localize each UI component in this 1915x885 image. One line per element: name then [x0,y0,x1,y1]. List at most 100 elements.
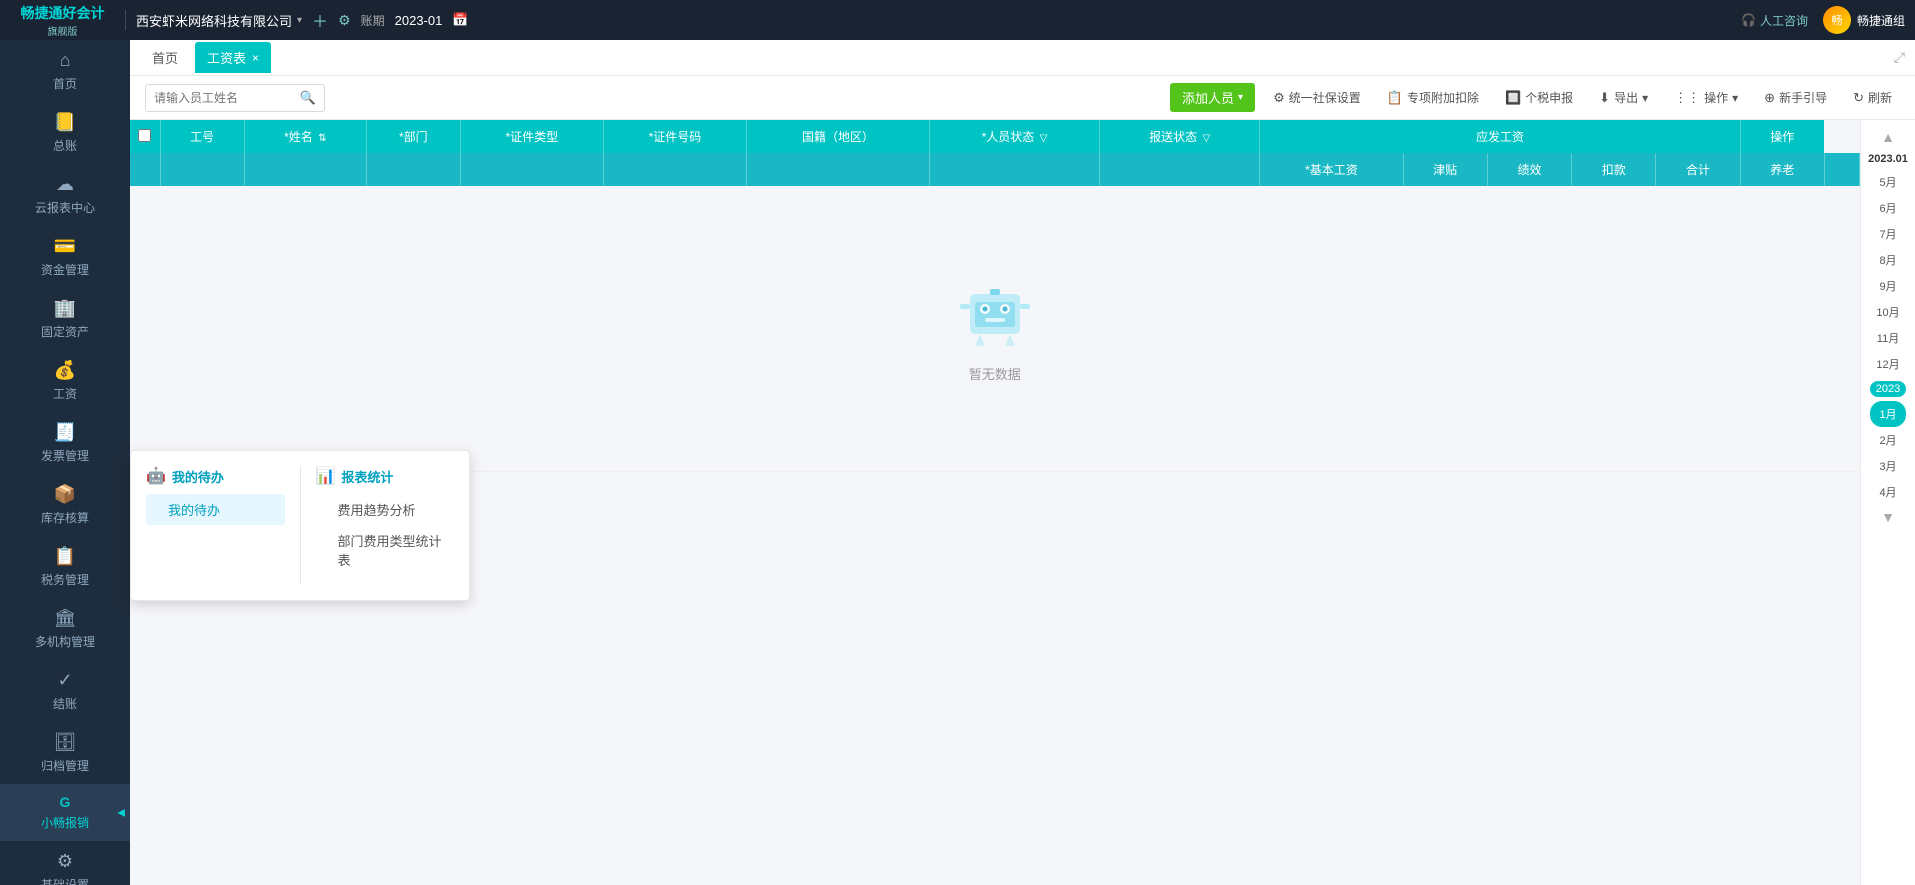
timeline-month-3[interactable]: 3月 [1861,453,1915,479]
inventory-icon: 📦 [54,484,76,505]
popup-item-todo[interactable]: 我的待办 [146,494,285,525]
tab-home[interactable]: 首页 [140,42,190,73]
timeline-month-5[interactable]: 5月 [1861,169,1915,195]
sidebar-item-fixed-asset[interactable]: 🏢 固定资产 [0,288,130,350]
company-selector[interactable]: 西安虾米网络科技有限公司 ▾ [136,11,302,30]
timeline-month-8[interactable]: 8月 [1861,247,1915,273]
archive-icon: 🗄 [54,732,77,753]
timeline-month-10[interactable]: 10月 [1861,299,1915,325]
logo-area: 畅捷通好会计 旗舰版 [10,3,115,38]
maximize-icon[interactable]: ⤢ [1894,49,1905,66]
social-insurance-icon: ⚙ [1273,90,1285,106]
name-sort-icon[interactable]: ⇅ [318,133,326,144]
cloud-icon: ☁ [56,174,74,195]
sidebar-item-ledger[interactable]: 📒 总账 [0,102,130,164]
report-icon: 📊 [316,466,336,486]
social-insurance-button[interactable]: ⚙ 统一社保设置 [1265,85,1369,110]
sidebar-item-cloud-report[interactable]: ☁ 云报表中心 [0,164,130,226]
id-type-header: *证件类型 [460,120,603,153]
add-person-button[interactable]: 添加人员 ▾ [1170,83,1255,112]
employee-id-header: 工号 [160,120,244,153]
name-header: *姓名 ⇅ [244,120,366,153]
special-deduction-button[interactable]: 📋 专项附加扣除 [1379,85,1487,110]
timeline-month-11[interactable]: 11月 [1861,325,1915,351]
empty-state-icon [955,274,1035,354]
user-avatar: 畅 [1823,6,1851,34]
timeline-year-badge: 2023 [1870,381,1906,397]
refresh-button[interactable]: ↻ 刷新 [1845,85,1900,110]
timeline-month-12[interactable]: 12月 [1861,351,1915,377]
todo-icon: 🤖 [146,466,166,486]
period-label: 账期 [361,12,385,29]
home-icon: ⌂ [60,50,71,71]
search-input[interactable] [154,91,300,105]
popup-item-expense-trend[interactable]: 费用趋势分析 [316,494,455,525]
timeline-up-nav[interactable]: ▲ [1877,125,1899,149]
timeline-month-7[interactable]: 7月 [1861,221,1915,247]
salary-table: 工号 *姓名 ⇅ *部门 *证件类型 *证件号码 国籍（地区） *人员状态 [130,120,1860,472]
operations-dropdown-icon: ▾ [1732,91,1738,105]
timeline-month-2[interactable]: 2月 [1861,427,1915,453]
select-all-checkbox[interactable] [138,129,151,142]
export-button[interactable]: ⬇ 导出 ▾ [1591,85,1656,110]
settings-icon[interactable]: ⚙ [338,12,351,29]
export-dropdown-icon: ▾ [1642,91,1648,105]
timeline-down-nav[interactable]: ▼ [1877,505,1899,529]
timeline-month-4[interactable]: 4月 [1861,479,1915,505]
popup-section-report: 📊 报表统计 费用趋势分析 部门费用类型统计表 [316,466,455,575]
personal-tax-button[interactable]: 🔲 个税申报 [1497,85,1581,110]
sidebar-item-fund[interactable]: 💳 资金管理 [0,226,130,288]
timeline-header: 2023.01 [1868,149,1908,169]
nationality-header: 国籍（地区） [747,120,930,153]
sidebar-item-archive[interactable]: 🗄 归档管理 [0,722,130,784]
popup-section-todo-title[interactable]: 🤖 我的待办 [146,466,285,486]
personnel-status-filter-icon[interactable]: ▽ [1040,133,1048,144]
sidebar-item-multi-org[interactable]: 🏛 多机构管理 [0,598,130,660]
refresh-icon: ↻ [1853,90,1864,106]
empty-state-cell: 暂无数据 [130,186,1860,472]
search-icon[interactable]: 🔍 [300,90,316,106]
allowance-header: 津贴 [1403,153,1487,186]
id-number-header: *证件号码 [603,120,746,153]
popup-section-report-title[interactable]: 📊 报表统计 [316,466,455,486]
operations-button[interactable]: ⋮⋮ 操作 ▾ [1666,85,1746,110]
multi-org-icon: 🏛 [54,608,77,629]
sidebar-item-inventory[interactable]: 📦 库存核算 [0,474,130,536]
payable-wages-header: 应发工资 [1260,120,1740,153]
user-info[interactable]: 畅 畅捷通组 [1823,6,1905,34]
add-icon[interactable]: ＋ [312,8,328,32]
timeline-month-6[interactable]: 6月 [1861,195,1915,221]
report-status-filter-icon[interactable]: ▽ [1202,133,1210,144]
sidebar-item-basic[interactable]: ⚙ 基础设置 [0,841,130,885]
top-bar: 畅捷通好会计 旗舰版 西安虾米网络科技有限公司 ▾ ＋ ⚙ 账期 2023-01… [0,0,1915,40]
xiaochang-icon: G [60,794,71,810]
calendar-icon[interactable]: 📅 [452,12,468,28]
sidebar-item-tax[interactable]: 📋 税务管理 [0,536,130,598]
total-header: 合计 [1656,153,1740,186]
checkbox-header[interactable] [130,120,160,153]
headset-icon: 🎧 [1741,13,1756,27]
popup-divider [300,466,301,585]
top-right: 🎧 人工咨询 畅 畅捷通组 [1741,6,1905,34]
department-header: *部门 [366,120,460,153]
sidebar-item-home[interactable]: ⌂ 首页 [0,40,130,102]
popup-item-dept-expense[interactable]: 部门费用类型统计表 [316,525,455,575]
customer-service-button[interactable]: 🎧 人工咨询 [1741,12,1808,29]
chevron-down-icon: ▾ [297,15,302,26]
sidebar-item-xiaochang[interactable]: G 小畅报销 ◀ [0,784,130,841]
search-box[interactable]: 🔍 [145,84,325,112]
new-guide-button[interactable]: ⊕ 新手引导 [1756,85,1835,110]
timeline-month-1[interactable]: 1月 [1870,401,1906,427]
operations-icon: ⋮⋮ [1674,90,1700,106]
sidebar-item-settlement[interactable]: ✓ 结账 [0,660,130,722]
tab-bar: 首页 工资表 × ⤢ [130,40,1915,76]
timeline-month-9[interactable]: 9月 [1861,273,1915,299]
sidebar-item-salary[interactable]: 💰 工资 [0,350,130,412]
sidebar-item-invoice[interactable]: 🧾 发票管理 [0,412,130,474]
tab-close-icon[interactable]: × [252,51,259,65]
performance-header: 绩效 [1487,153,1571,186]
tab-salary[interactable]: 工资表 × [195,42,271,73]
empty-text: 暂无数据 [969,364,1021,383]
company-name: 西安虾米网络科技有限公司 [136,11,292,30]
top-divider [125,10,126,30]
